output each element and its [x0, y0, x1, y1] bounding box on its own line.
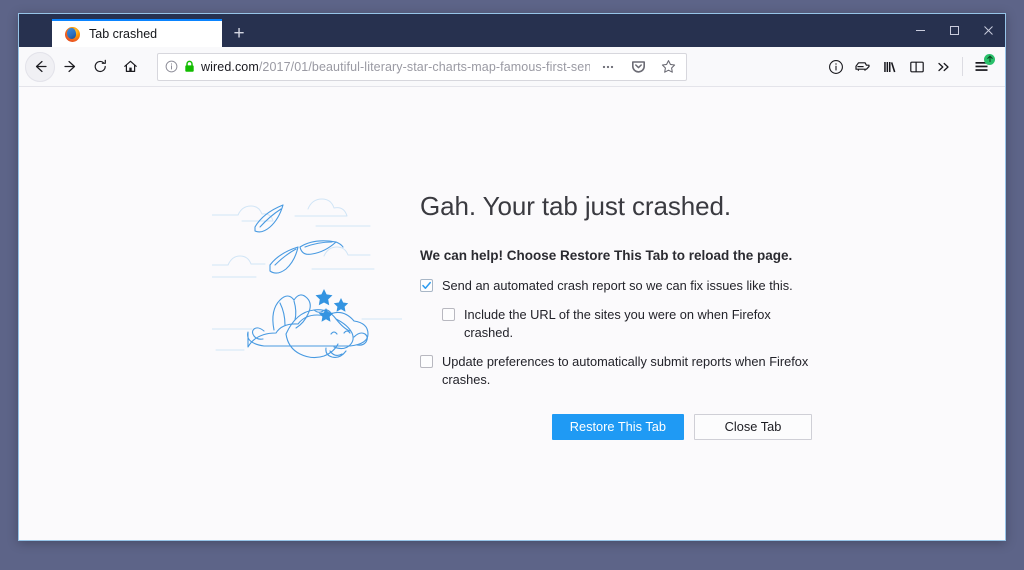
auto-submit-checkbox[interactable]	[420, 354, 433, 368]
page-info-icon[interactable]	[822, 52, 849, 82]
update-available-arrow-icon	[984, 53, 995, 65]
navigation-toolbar: wired.com/2017/01/beautiful-literary-sta…	[19, 47, 1005, 87]
maximize-icon	[949, 26, 959, 35]
forward-button[interactable]	[55, 52, 85, 82]
info-circle-icon[interactable]	[165, 60, 178, 73]
tab-bar: Tab crashed +	[19, 14, 1005, 47]
include-url-checkbox[interactable]	[442, 307, 455, 321]
send-crash-report-checkbox[interactable]	[420, 279, 433, 292]
crash-subtitle: We can help! Choose Restore This Tab to …	[420, 248, 793, 263]
page-content: Gah. Your tab just crashed. We can help!…	[19, 87, 1005, 540]
library-icon[interactable]	[876, 52, 903, 82]
close-icon	[983, 26, 993, 35]
url-host: wired.com	[201, 59, 259, 74]
home-icon	[123, 60, 137, 72]
auto-submit-row[interactable]: Update preferences to automatically subm…	[420, 353, 812, 390]
auto-submit-label: Update preferences to automatically subm…	[442, 353, 809, 388]
checkmark-icon	[422, 281, 431, 289]
plus-icon: +	[233, 22, 245, 44]
send-crash-report-label: Send an automated crash report so we can…	[442, 278, 793, 293]
tab-strip: Tab crashed +	[19, 19, 256, 47]
page-actions-button[interactable]	[596, 55, 620, 79]
star-icon[interactable]	[656, 55, 680, 79]
reload-icon	[94, 59, 106, 73]
page-title: Gah. Your tab just crashed.	[420, 191, 731, 221]
browser-tab-active[interactable]: Tab crashed	[52, 19, 222, 47]
include-url-row[interactable]: Include the URL of the sites you were on…	[420, 306, 812, 343]
restore-this-tab-button[interactable]: Restore This Tab	[551, 413, 684, 440]
crashed-bird-illustration	[212, 198, 402, 359]
close-button[interactable]	[971, 14, 1005, 47]
overflow-chevrons-icon[interactable]	[930, 52, 957, 82]
minimize-button[interactable]	[903, 14, 937, 47]
firefox-icon	[65, 26, 80, 42]
tab-crashed-panel: Gah. Your tab just crashed. We can help!…	[212, 179, 812, 440]
crash-action-buttons: Restore This Tab Close Tab	[420, 413, 812, 440]
close-tab-button[interactable]: Close Tab	[694, 413, 812, 440]
minimize-icon	[915, 30, 925, 31]
new-tab-button[interactable]: +	[222, 19, 256, 47]
pocket-icon[interactable]	[626, 55, 650, 79]
toolbar-right-icons	[822, 52, 995, 82]
url-bar[interactable]: wired.com/2017/01/beautiful-literary-sta…	[157, 52, 687, 81]
tab-title: Tab crashed	[89, 27, 158, 41]
hamburger-menu-button[interactable]	[968, 52, 995, 82]
back-arrow-icon	[35, 60, 47, 73]
crash-text-block: Gah. Your tab just crashed. We can help!…	[420, 179, 812, 440]
forward-arrow-icon	[63, 60, 75, 73]
back-button[interactable]	[25, 51, 55, 82]
padlock-icon[interactable]	[184, 60, 195, 73]
pocket-list-icon[interactable]	[849, 52, 876, 82]
home-button[interactable]	[115, 52, 145, 82]
browser-window: Tab crashed + wired.com/2017/01/beautifu…	[18, 13, 1006, 541]
window-controls	[903, 14, 1005, 47]
send-crash-report-row[interactable]: Send an automated crash report so we can…	[420, 277, 812, 296]
url-path: /2017/01/beautiful-literary-star-charts-…	[258, 59, 590, 74]
include-url-label: Include the URL of the sites you were on…	[464, 306, 771, 341]
reload-button[interactable]	[85, 52, 115, 82]
ellipsis-icon	[602, 65, 614, 68]
maximize-button[interactable]	[937, 14, 971, 47]
sidebar-icon[interactable]	[903, 52, 930, 82]
url-text[interactable]: wired.com/2017/01/beautiful-literary-sta…	[201, 60, 590, 74]
toolbar-divider	[962, 57, 963, 76]
